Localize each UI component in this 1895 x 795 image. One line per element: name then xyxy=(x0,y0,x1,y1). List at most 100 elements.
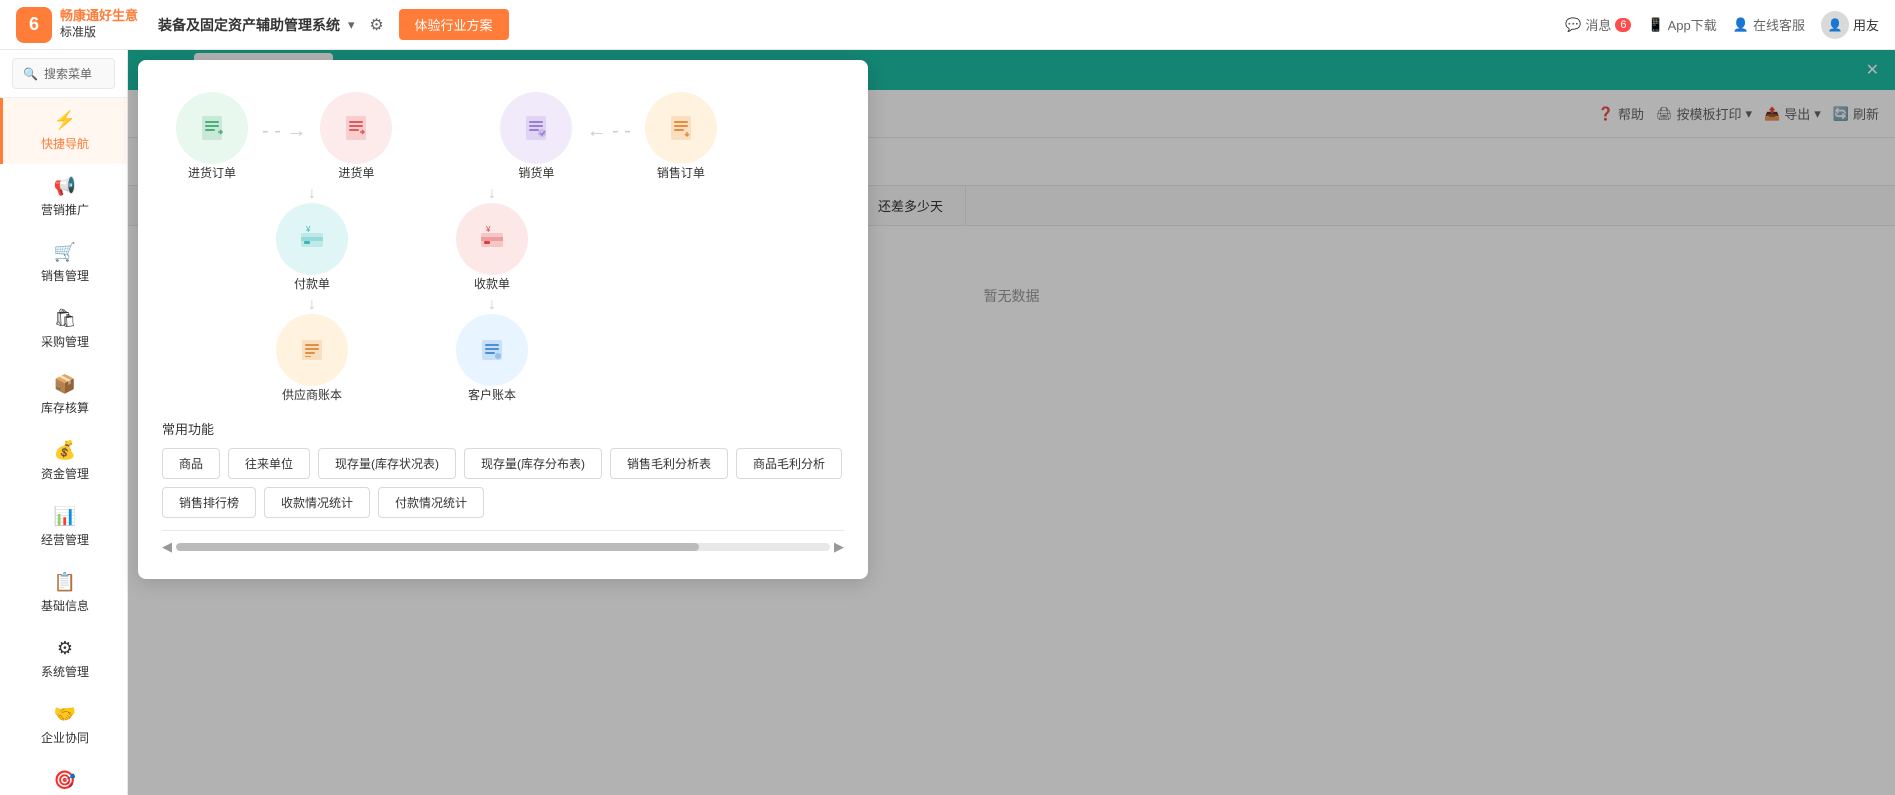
collab-icon: 🤝 xyxy=(54,704,76,725)
arrow-down-1: ↓ xyxy=(262,181,362,203)
payment-icon: ¥ xyxy=(276,203,348,275)
flow-node-sale-order[interactable]: 销售订单 xyxy=(631,92,731,181)
guide-icon: 🎯 xyxy=(54,770,76,791)
quick-nav-modal: 进货订单 - - → xyxy=(138,60,868,579)
sidebar-item-label-shortcut: 快捷导航 xyxy=(41,135,89,152)
inventory-icon: 📦 xyxy=(54,374,76,395)
sidebar-search-area: 🔍 搜索菜单 xyxy=(0,50,127,98)
scrollbar-thumb xyxy=(176,543,699,551)
basic-icon: 📋 xyxy=(54,572,76,593)
arrow-2: ← - - xyxy=(586,92,630,143)
user-area[interactable]: 👤 用友 xyxy=(1821,11,1879,39)
flow-row-arrows2: ↓ ↓ xyxy=(162,292,844,314)
brand-line2: 标准版 xyxy=(60,25,138,41)
settings-icon[interactable]: ⚙ xyxy=(363,11,391,39)
flow-row-3: 供应商账本 xyxy=(162,314,844,403)
sales-icon: 🛒 xyxy=(54,242,76,263)
func-btn-stock-status[interactable]: 现存量(库存状况表) xyxy=(318,448,456,479)
func-btn-product-margin[interactable]: 商品毛利分析 xyxy=(736,448,842,479)
sidebar-item-sales[interactable]: 🛒 销售管理 xyxy=(0,230,127,296)
sidebar-item-purchase[interactable]: 🛍 采购管理 xyxy=(0,296,127,362)
common-title: 常用功能 xyxy=(162,419,844,438)
flow-node-purchase[interactable]: 进货单 xyxy=(306,92,406,181)
receipt-icon: ¥ xyxy=(456,203,528,275)
top-bar-right: 💬 消息 6 📱 App下载 👤 在线客服 👤 用友 xyxy=(1565,11,1879,39)
flow-node-payment[interactable]: ¥ 付款单 xyxy=(262,203,362,292)
sidebar-item-label-system: 系统管理 xyxy=(41,663,89,680)
logo-char: 6 xyxy=(29,14,39,35)
flow-node-sale[interactable]: 销货单 xyxy=(486,92,586,181)
sidebar-item-management[interactable]: 📊 经营管理 xyxy=(0,494,127,560)
logo-text: 畅康通好生意 标准版 xyxy=(60,8,138,40)
sale-order-icon xyxy=(645,92,717,164)
sidebar-item-shortcut[interactable]: ⚡ 快捷导航 xyxy=(0,98,127,164)
sidebar-item-basic[interactable]: 📋 基础信息 xyxy=(0,560,127,626)
search-menu-label: 搜索菜单 xyxy=(44,65,92,82)
flow-diagram-area: 进货订单 - - → xyxy=(162,84,844,419)
message-badge: 6 xyxy=(1615,18,1631,32)
avatar-icon: 👤 xyxy=(1828,18,1843,32)
func-buttons-row1: 商品 往来单位 现存量(库存状况表) 现存量(库存分布表) 销售毛利分析表 商品… xyxy=(162,448,844,479)
spacer-b xyxy=(362,181,442,203)
message-button[interactable]: 💬 消息 6 xyxy=(1565,15,1631,34)
sidebar-item-label-inventory: 库存核算 xyxy=(41,399,89,416)
customer-label: 客户账本 xyxy=(468,386,516,403)
sidebar-item-system[interactable]: ⚙ 系统管理 xyxy=(0,626,127,692)
content-area: 首页 销售订单执行表 ✕ ✕ ❓ 帮助 🖨 按模板打印 xyxy=(128,50,1895,795)
flow-row-2: ¥ 付款单 xyxy=(162,203,844,292)
flow-node-purchase-order[interactable]: 进货订单 xyxy=(162,92,262,181)
func-btn-product[interactable]: 商品 xyxy=(162,448,220,479)
logo-icon: 6 xyxy=(16,7,52,43)
flow-row-1: 进货订单 - - → xyxy=(162,92,844,181)
management-icon: 📊 xyxy=(54,506,76,527)
app-download-button[interactable]: 📱 App下载 xyxy=(1647,15,1716,34)
func-btn-partner[interactable]: 往来单位 xyxy=(228,448,310,479)
sidebar-item-label-management: 经营管理 xyxy=(41,531,89,548)
brand-line1: 畅康通好生意 xyxy=(60,8,138,25)
scroll-right-icon[interactable]: ▶ xyxy=(834,539,844,555)
flow-row-arrows: ↓ ↓ xyxy=(162,181,844,203)
func-btn-stock-dist[interactable]: 现存量(库存分布表) xyxy=(464,448,602,479)
message-icon: 💬 xyxy=(1565,17,1581,33)
payment-label: 付款单 xyxy=(294,275,330,292)
purchase-label: 进货单 xyxy=(338,164,374,181)
flow-node-customer[interactable]: 客户账本 xyxy=(442,314,542,403)
experience-button[interactable]: 体验行业方案 xyxy=(399,9,509,40)
func-btn-payment-stats[interactable]: 付款情况统计 xyxy=(378,487,484,518)
flow-node-supplier[interactable]: 供应商账本 xyxy=(262,314,362,403)
sale-order-label: 销售订单 xyxy=(657,164,705,181)
sidebar-item-label-finance: 资金管理 xyxy=(41,465,89,482)
purchase-order-icon xyxy=(176,92,248,164)
spacer-e xyxy=(162,292,262,314)
func-btn-receipt-stats[interactable]: 收款情况统计 xyxy=(264,487,370,518)
receipt-label: 收款单 xyxy=(474,275,510,292)
sidebar-item-collab[interactable]: 🤝 企业协同 xyxy=(0,692,127,758)
supplier-icon xyxy=(276,314,348,386)
system-dropdown[interactable]: ▾ xyxy=(348,17,355,33)
func-btn-sales-rank[interactable]: 销售排行榜 xyxy=(162,487,256,518)
online-service-button[interactable]: 👤 在线客服 xyxy=(1733,15,1805,34)
func-btn-sales-margin[interactable]: 销售毛利分析表 xyxy=(610,448,728,479)
svg-text:¥: ¥ xyxy=(305,225,311,234)
scroll-left-icon[interactable]: ◀ xyxy=(162,539,172,555)
search-menu-button[interactable]: 🔍 搜索菜单 xyxy=(12,58,115,89)
spacer-f xyxy=(362,292,442,314)
modal-overlay: 进货订单 - - → xyxy=(128,50,1895,795)
sidebar-item-marketing[interactable]: 📢 营销推广 xyxy=(0,164,127,230)
arrow-down-2: ↓ xyxy=(442,181,542,203)
user-avatar: 👤 xyxy=(1821,11,1849,39)
spacer-a xyxy=(162,181,262,203)
sidebar-item-finance[interactable]: 💰 资金管理 xyxy=(0,428,127,494)
system-title: 装备及固定资产辅助管理系统 xyxy=(158,15,340,35)
svg-text:¥: ¥ xyxy=(485,225,491,234)
logo-area: 6 畅康通好生意 标准版 xyxy=(16,7,138,43)
sidebar: 🔍 搜索菜单 ⚡ 快捷导航 📢 营销推广 🛒 销售管理 🛍 采购管理 xyxy=(0,50,128,795)
scrollbar-track[interactable] xyxy=(176,543,830,551)
sidebar-item-guide[interactable]: 🎯 新手引导 xyxy=(0,758,127,795)
user-name: 用友 xyxy=(1853,15,1879,34)
sale-icon xyxy=(500,92,572,164)
flow-node-receipt[interactable]: ¥ 收款单 xyxy=(442,203,542,292)
purchase-order-label: 进货订单 xyxy=(188,164,236,181)
top-bar-middle: 装备及固定资产辅助管理系统 ▾ ⚙ 体验行业方案 xyxy=(158,9,1565,40)
sidebar-item-inventory[interactable]: 📦 库存核算 xyxy=(0,362,127,428)
